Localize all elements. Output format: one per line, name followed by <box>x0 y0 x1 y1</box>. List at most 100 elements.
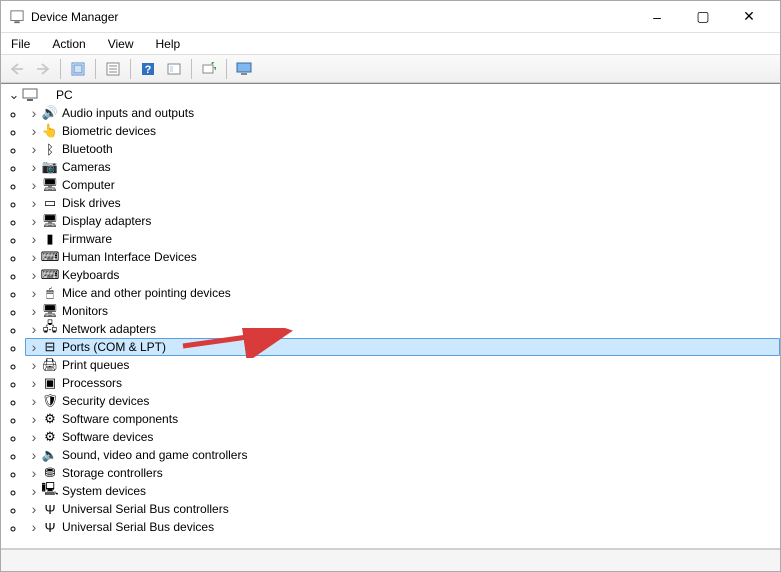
toolbar-properties-button[interactable] <box>101 58 125 80</box>
expand-toggle-icon[interactable] <box>27 358 41 372</box>
category-firmware[interactable]: ▮Firmware <box>25 230 780 248</box>
expand-toggle-icon[interactable] <box>27 394 41 408</box>
title-bar: Device Manager – ▢ ✕ <box>1 1 780 33</box>
category-keyboards[interactable]: ⌨Keyboards <box>25 266 780 284</box>
expand-toggle-icon[interactable] <box>27 484 41 498</box>
root-label: PC <box>56 88 73 102</box>
category-label: Monitors <box>62 304 108 318</box>
category-mice[interactable]: 🖱Mice and other pointing devices <box>25 284 780 302</box>
toolbar-action-button[interactable] <box>162 58 186 80</box>
category-ports[interactable]: ⊟ Ports (COM & LPT) <box>25 338 780 356</box>
window-controls: – ▢ ✕ <box>634 2 772 32</box>
expand-toggle-icon[interactable] <box>27 412 41 426</box>
toolbar-separator <box>95 59 96 79</box>
category-label: Processors <box>62 376 122 390</box>
menu-help[interactable]: Help <box>152 35 185 53</box>
category-usbctrl[interactable]: ΨUniversal Serial Bus controllers <box>25 500 780 518</box>
category-computer[interactable]: 🖥 Computer <box>25 176 780 194</box>
category-monitors[interactable]: 🖥 Monitors <box>25 302 780 320</box>
category-label: Network adapters <box>62 322 156 336</box>
category-security[interactable]: 🛡Security devices <box>25 392 780 410</box>
category-hid[interactable]: ⌨ Human Interface Devices <box>25 248 780 266</box>
toolbar-forward-button[interactable] <box>31 58 55 80</box>
category-printq[interactable]: 🖨Print queues <box>25 356 780 374</box>
toolbar-scan-button[interactable] <box>197 58 221 80</box>
toolbar-monitor-button[interactable] <box>232 58 256 80</box>
menu-action[interactable]: Action <box>48 35 89 53</box>
expand-toggle-icon[interactable] <box>27 286 41 300</box>
toolbar-separator <box>226 59 227 79</box>
category-swdev[interactable]: ⚙Software devices <box>25 428 780 446</box>
expand-toggle-icon[interactable] <box>27 376 41 390</box>
keyboards-icon: ⌨ <box>42 267 58 283</box>
expand-toggle-icon[interactable] <box>27 304 41 318</box>
tree-root-node[interactable]: PC <box>5 86 780 104</box>
expand-toggle-icon[interactable] <box>27 448 41 462</box>
menu-file[interactable]: File <box>7 35 34 53</box>
expand-toggle-icon[interactable] <box>27 160 41 174</box>
category-label: Human Interface Devices <box>62 250 197 264</box>
category-system[interactable]: 🖳System devices <box>25 482 780 500</box>
category-display[interactable]: 🖥Display adapters <box>25 212 780 230</box>
expand-toggle-icon[interactable] <box>27 196 41 210</box>
category-processors[interactable]: ▣Processors <box>25 374 780 392</box>
bluetooth-icon: ᛒ <box>42 141 58 157</box>
expand-toggle-icon[interactable] <box>27 430 41 444</box>
category-sound[interactable]: 🔈Sound, video and game controllers <box>25 446 780 464</box>
toolbar-back-button[interactable] <box>5 58 29 80</box>
window-title: Device Manager <box>31 10 634 24</box>
category-label: Computer <box>62 178 115 192</box>
toolbar-help-button[interactable]: ? <box>136 58 160 80</box>
expand-toggle-icon[interactable] <box>7 88 21 102</box>
category-storage[interactable]: ⛃Storage controllers <box>25 464 780 482</box>
category-network[interactable]: 🖧 Network adapters <box>25 320 780 338</box>
expand-toggle-icon[interactable] <box>27 466 41 480</box>
category-bluetooth[interactable]: ᛒ Bluetooth <box>25 140 780 158</box>
category-label: Ports (COM & LPT) <box>62 340 166 354</box>
toolbar-separator <box>130 59 131 79</box>
expand-toggle-icon[interactable] <box>27 124 41 138</box>
category-label: Audio inputs and outputs <box>62 106 194 120</box>
biometric-icon: 👆 <box>42 123 58 139</box>
hid-icon: ⌨ <box>42 249 58 265</box>
network-icon: 🖧 <box>42 321 58 337</box>
expand-toggle-icon[interactable] <box>27 340 41 354</box>
expand-toggle-icon[interactable] <box>27 106 41 120</box>
menu-view[interactable]: View <box>104 35 138 53</box>
expand-toggle-icon[interactable] <box>27 502 41 516</box>
toolbar-separator <box>191 59 192 79</box>
expand-toggle-icon[interactable] <box>27 232 41 246</box>
category-label: Biometric devices <box>62 124 156 138</box>
category-biometric[interactable]: 👆 Biometric devices <box>25 122 780 140</box>
category-cameras[interactable]: 📷Cameras <box>25 158 780 176</box>
category-audio[interactable]: 🔊 Audio inputs and outputs <box>25 104 780 122</box>
usbctrl-icon: Ψ <box>42 501 58 517</box>
category-label: Firmware <box>62 232 112 246</box>
disks-icon: ▭ <box>42 195 58 211</box>
usbdev-icon: Ψ <box>42 519 58 535</box>
category-label: Bluetooth <box>62 142 113 156</box>
device-tree-panel[interactable]: PC 🔊 Audio inputs and outputs 👆 Biometric d… <box>1 83 780 549</box>
close-button[interactable]: ✕ <box>726 2 772 32</box>
audio-icon: 🔊 <box>42 105 58 121</box>
status-bar <box>1 549 780 571</box>
app-icon <box>9 9 25 25</box>
expand-toggle-icon[interactable] <box>27 322 41 336</box>
expand-toggle-icon[interactable] <box>27 178 41 192</box>
expand-toggle-icon[interactable] <box>27 520 41 534</box>
expand-toggle-icon[interactable] <box>27 214 41 228</box>
category-label: Mice and other pointing devices <box>62 286 231 300</box>
toolbar-container-button[interactable] <box>66 58 90 80</box>
category-swcomp[interactable]: ⚙Software components <box>25 410 780 428</box>
minimize-button[interactable]: – <box>634 2 680 32</box>
maximize-button[interactable]: ▢ <box>680 2 726 32</box>
expand-toggle-icon[interactable] <box>27 250 41 264</box>
ports-icon: ⊟ <box>42 339 58 355</box>
category-disks[interactable]: ▭Disk drives <box>25 194 780 212</box>
computer-icon: 🖥 <box>42 177 58 193</box>
expand-toggle-icon[interactable] <box>27 268 41 282</box>
category-label: Storage controllers <box>62 466 163 480</box>
expand-toggle-icon[interactable] <box>27 142 41 156</box>
category-usbdev[interactable]: ΨUniversal Serial Bus devices <box>25 518 780 536</box>
monitors-icon: 🖥 <box>42 303 58 319</box>
